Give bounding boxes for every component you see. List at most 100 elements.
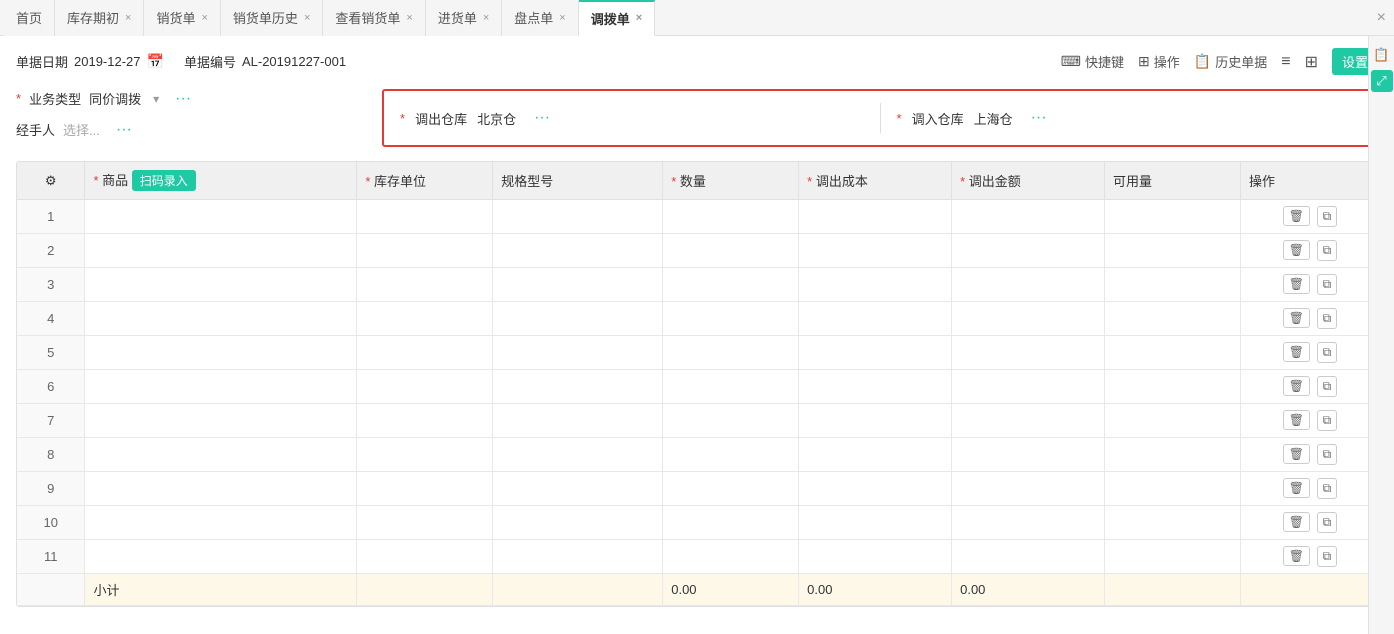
row-qty-7[interactable] bbox=[663, 404, 799, 438]
delete-row-10-button[interactable]: 🗑 bbox=[1283, 512, 1310, 532]
tab-close-view-sales[interactable]: × bbox=[406, 12, 412, 24]
scan-entry-button[interactable]: 扫码录入 bbox=[132, 170, 196, 191]
row-avail-7[interactable] bbox=[1105, 404, 1241, 438]
copy-row-3-button[interactable]: ⧉ bbox=[1317, 274, 1338, 295]
row-cost-6[interactable] bbox=[799, 370, 952, 404]
history-action[interactable]: 📋 历史单据 bbox=[1194, 52, 1267, 71]
sidebar-expand-icon[interactable]: ⤢ bbox=[1371, 70, 1393, 92]
handler-input[interactable]: 选择... bbox=[63, 120, 100, 139]
tab-purchase-order[interactable]: 进货单 × bbox=[426, 0, 502, 36]
row-avail-10[interactable] bbox=[1105, 506, 1241, 540]
row-amount-2[interactable] bbox=[952, 234, 1105, 268]
row-qty-1[interactable] bbox=[663, 200, 799, 234]
delete-row-6-button[interactable]: 🗑 bbox=[1283, 376, 1310, 396]
copy-row-1-button[interactable]: ⧉ bbox=[1317, 206, 1338, 227]
business-type-value[interactable]: 同价调拨 bbox=[89, 89, 141, 108]
row-amount-6[interactable] bbox=[952, 370, 1105, 404]
tab-init-stock[interactable]: 库存期初 × bbox=[55, 0, 144, 36]
delete-row-11-button[interactable]: 🗑 bbox=[1283, 546, 1310, 566]
row-product-7[interactable] bbox=[85, 404, 357, 438]
row-avail-4[interactable] bbox=[1105, 302, 1241, 336]
tab-transfer[interactable]: 调拨单 × bbox=[579, 0, 655, 36]
row-spec-3[interactable] bbox=[493, 268, 663, 302]
delete-row-8-button[interactable]: 🗑 bbox=[1283, 444, 1310, 464]
row-product-10[interactable] bbox=[85, 506, 357, 540]
target-warehouse-value[interactable]: 上海仓 bbox=[974, 109, 1013, 128]
row-cost-10[interactable] bbox=[799, 506, 952, 540]
row-unit-11[interactable] bbox=[357, 540, 493, 574]
row-product-5[interactable] bbox=[85, 336, 357, 370]
window-close-button[interactable]: × bbox=[1377, 9, 1386, 27]
gear-icon[interactable]: ⚙ bbox=[45, 173, 57, 188]
row-amount-10[interactable] bbox=[952, 506, 1105, 540]
delete-row-3-button[interactable]: 🗑 bbox=[1283, 274, 1310, 294]
copy-row-7-button[interactable]: ⧉ bbox=[1317, 410, 1338, 431]
row-amount-8[interactable] bbox=[952, 438, 1105, 472]
copy-row-2-button[interactable]: ⧉ bbox=[1317, 240, 1338, 261]
calendar-icon[interactable]: 📅 bbox=[147, 53, 164, 70]
grid-view-icon[interactable]: ⊞ bbox=[1305, 52, 1318, 72]
row-unit-10[interactable] bbox=[357, 506, 493, 540]
row-product-1[interactable] bbox=[85, 200, 357, 234]
row-amount-7[interactable] bbox=[952, 404, 1105, 438]
row-qty-3[interactable] bbox=[663, 268, 799, 302]
row-product-6[interactable] bbox=[85, 370, 357, 404]
row-avail-9[interactable] bbox=[1105, 472, 1241, 506]
delete-row-7-button[interactable]: 🗑 bbox=[1283, 410, 1310, 430]
row-avail-5[interactable] bbox=[1105, 336, 1241, 370]
row-unit-3[interactable] bbox=[357, 268, 493, 302]
row-cost-11[interactable] bbox=[799, 540, 952, 574]
row-cost-9[interactable] bbox=[799, 472, 952, 506]
row-unit-9[interactable] bbox=[357, 472, 493, 506]
tab-sales-order[interactable]: 销货单 × bbox=[144, 0, 220, 36]
tab-home[interactable]: 首页 bbox=[4, 0, 55, 36]
row-cost-2[interactable] bbox=[799, 234, 952, 268]
copy-row-6-button[interactable]: ⧉ bbox=[1317, 376, 1338, 397]
source-warehouse-more[interactable]: ··· bbox=[534, 109, 550, 127]
row-qty-11[interactable] bbox=[663, 540, 799, 574]
row-cost-1[interactable] bbox=[799, 200, 952, 234]
row-unit-7[interactable] bbox=[357, 404, 493, 438]
row-qty-10[interactable] bbox=[663, 506, 799, 540]
row-amount-4[interactable] bbox=[952, 302, 1105, 336]
row-unit-5[interactable] bbox=[357, 336, 493, 370]
copy-row-9-button[interactable]: ⧉ bbox=[1317, 478, 1338, 499]
row-avail-1[interactable] bbox=[1105, 200, 1241, 234]
row-product-3[interactable] bbox=[85, 268, 357, 302]
row-spec-7[interactable] bbox=[493, 404, 663, 438]
delete-row-9-button[interactable]: 🗑 bbox=[1283, 478, 1310, 498]
row-qty-9[interactable] bbox=[663, 472, 799, 506]
row-spec-2[interactable] bbox=[493, 234, 663, 268]
row-avail-2[interactable] bbox=[1105, 234, 1241, 268]
row-product-9[interactable] bbox=[85, 472, 357, 506]
row-qty-8[interactable] bbox=[663, 438, 799, 472]
row-avail-11[interactable] bbox=[1105, 540, 1241, 574]
row-spec-9[interactable] bbox=[493, 472, 663, 506]
row-spec-10[interactable] bbox=[493, 506, 663, 540]
business-type-dropdown[interactable]: ▾ bbox=[153, 92, 159, 106]
row-spec-1[interactable] bbox=[493, 200, 663, 234]
operation-action[interactable]: ⊞ 操作 bbox=[1138, 52, 1180, 71]
row-amount-1[interactable] bbox=[952, 200, 1105, 234]
delete-row-1-button[interactable]: 🗑 bbox=[1283, 206, 1310, 226]
row-qty-2[interactable] bbox=[663, 234, 799, 268]
copy-row-11-button[interactable]: ⧉ bbox=[1317, 546, 1338, 567]
row-product-8[interactable] bbox=[85, 438, 357, 472]
tab-close-init-stock[interactable]: × bbox=[125, 12, 131, 24]
tab-close-transfer[interactable]: × bbox=[636, 12, 642, 24]
row-qty-5[interactable] bbox=[663, 336, 799, 370]
row-unit-2[interactable] bbox=[357, 234, 493, 268]
copy-row-10-button[interactable]: ⧉ bbox=[1317, 512, 1338, 533]
row-unit-1[interactable] bbox=[357, 200, 493, 234]
row-avail-8[interactable] bbox=[1105, 438, 1241, 472]
row-unit-6[interactable] bbox=[357, 370, 493, 404]
target-warehouse-more[interactable]: ··· bbox=[1031, 109, 1047, 127]
tab-close-sales-history[interactable]: × bbox=[304, 12, 310, 24]
row-amount-5[interactable] bbox=[952, 336, 1105, 370]
row-cost-7[interactable] bbox=[799, 404, 952, 438]
row-spec-6[interactable] bbox=[493, 370, 663, 404]
row-spec-5[interactable] bbox=[493, 336, 663, 370]
row-cost-4[interactable] bbox=[799, 302, 952, 336]
row-cost-8[interactable] bbox=[799, 438, 952, 472]
row-product-2[interactable] bbox=[85, 234, 357, 268]
